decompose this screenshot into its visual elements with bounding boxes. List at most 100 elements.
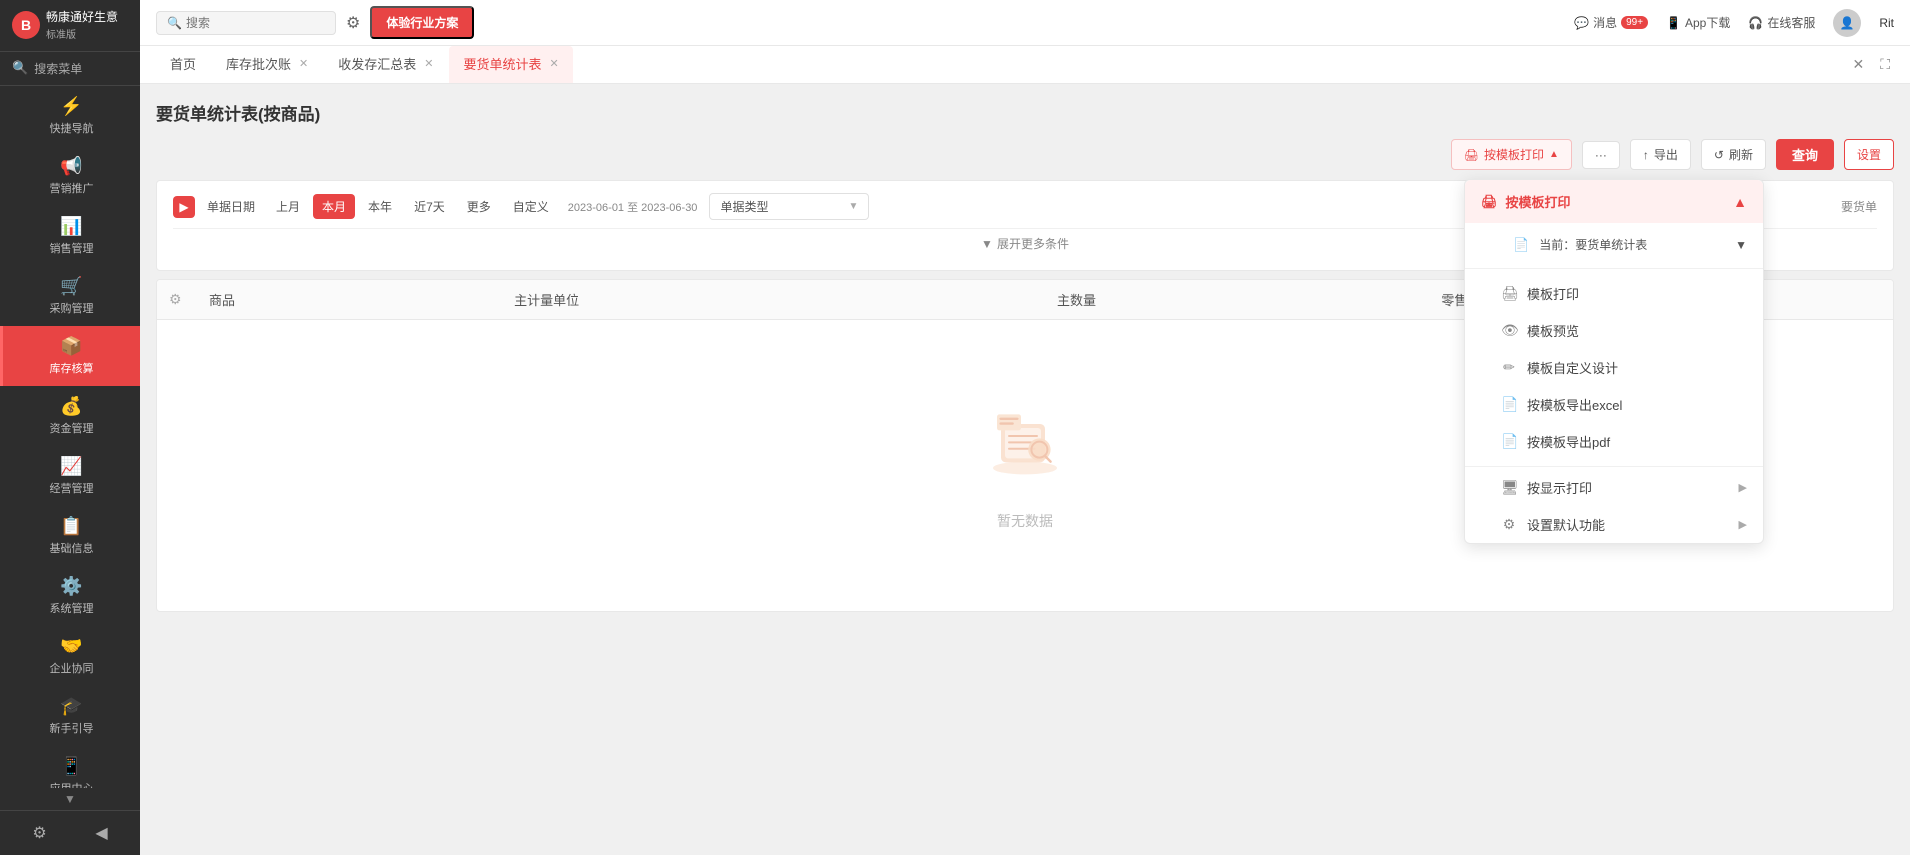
tab-close-batch-account[interactable]: ✕ xyxy=(299,57,308,70)
tab-close-receipt-summary[interactable]: ✕ xyxy=(424,57,433,70)
print-template-button[interactable]: 🖨 按模板打印 ▲ xyxy=(1451,139,1572,170)
template-pdf-icon: 📄 xyxy=(1501,433,1517,450)
dropdown-item-template-pdf[interactable]: 📄 按模板导出pdf xyxy=(1465,423,1763,460)
export-icon: ↑ xyxy=(1643,148,1649,162)
current-template-icon: 📄 xyxy=(1513,237,1529,253)
refresh-button[interactable]: ↺ 刷新 xyxy=(1701,139,1766,170)
sidebar-item-sales[interactable]: 📊 销售管理 xyxy=(0,206,140,266)
dropdown-item-template-excel[interactable]: 📄 按模板导出excel xyxy=(1465,386,1763,423)
dropdown-current-item[interactable]: 📄 当前：要货单统计表 ▼ xyxy=(1465,227,1763,262)
empty-text: 暂无数据 xyxy=(997,511,1053,531)
inventory-icon: 📦 xyxy=(60,336,82,357)
page-header: 要货单统计表(按商品) xyxy=(156,100,1894,125)
sidebar-scroll-down[interactable]: ▼ xyxy=(0,788,140,810)
dropdown-item-excel-left: 📄 按模板导出excel xyxy=(1501,395,1622,414)
order-type-select[interactable]: 单据类型 ▼ xyxy=(709,193,869,220)
tab-close-order-stats[interactable]: ✕ xyxy=(550,57,559,70)
page-title: 要货单统计表(按商品) xyxy=(156,100,320,125)
default-func-icon: ⚙ xyxy=(1501,516,1517,533)
operation-icon: 📈 xyxy=(60,456,82,477)
app-download-button[interactable]: 📱 App下载 xyxy=(1666,14,1730,31)
date-range-text: 2023-06-01 至 2023-06-30 xyxy=(568,199,698,215)
tabs-expand-button[interactable]: ⛶ xyxy=(1876,54,1894,75)
dropdown-section-items: 🖨 模板打印 👁 模板预览 ✏ 模板自定义设计 xyxy=(1465,271,1763,464)
sidebar-item-finance[interactable]: 💰 资金管理 xyxy=(0,386,140,446)
sidebar-search-menu[interactable]: 🔍 搜索菜单 xyxy=(0,52,140,86)
app-icon: 📱 xyxy=(60,756,82,777)
tab-order-stats[interactable]: 要货单统计表 ✕ xyxy=(449,46,572,83)
sidebar-item-purchase[interactable]: 🛒 采购管理 xyxy=(0,266,140,326)
dropdown-item-template-design[interactable]: ✏ 模板自定义设计 xyxy=(1465,349,1763,386)
dropdown-item-pdf-left: 📄 按模板导出pdf xyxy=(1501,432,1610,451)
marketing-icon: 📢 xyxy=(60,156,82,177)
template-design-icon: ✏ xyxy=(1501,359,1517,376)
date-pill-more[interactable]: 更多 xyxy=(458,194,500,219)
sidebar-bottom: ⚙ ◀ xyxy=(0,810,140,855)
sidebar-item-basic[interactable]: 📋 基础信息 xyxy=(0,506,140,566)
printer-icon: 🖨 xyxy=(1464,148,1479,162)
topbar-search[interactable]: 🔍 xyxy=(156,11,336,35)
dropdown-item-template-print[interactable]: 🖨 模板打印 xyxy=(1465,275,1763,312)
order-source-label: 要货单 xyxy=(1841,198,1877,215)
online-service-button[interactable]: 🎧 在线客服 xyxy=(1748,14,1815,31)
dropdown-header[interactable]: 🖨 按模板打印 ▲ xyxy=(1465,180,1763,223)
dropdown-item-template-preview[interactable]: 👁 模板预览 xyxy=(1465,312,1763,349)
search-icon: 🔍 xyxy=(12,60,28,76)
sidebar-logo: B 畅康通好生意 标准版 xyxy=(0,0,140,52)
topbar-gear-icon[interactable]: ⚙ xyxy=(346,13,360,33)
date-pills: 上月 本月 本年 近7天 更多 自定义 2023-06-01 至 2023-06… xyxy=(267,194,697,219)
dropdown-header-left: 🖨 按模板打印 xyxy=(1481,192,1571,211)
tab-receipt-summary[interactable]: 收发存汇总表 ✕ xyxy=(324,46,447,83)
system-icon: ⚙️ xyxy=(60,576,82,597)
collab-icon: 🤝 xyxy=(60,636,82,657)
sidebar-item-app[interactable]: 📱 应用中心 xyxy=(0,746,140,788)
sidebar-item-inventory[interactable]: 📦 库存核算 xyxy=(0,326,140,386)
date-pill-7days[interactable]: 近7天 xyxy=(405,194,454,219)
date-pill-this-month[interactable]: 本月 xyxy=(313,194,355,219)
tabs-close-all-button[interactable]: ✕ xyxy=(1848,54,1868,75)
settings-button[interactable]: 设置 xyxy=(1844,139,1894,170)
tab-batch-account[interactable]: 库存批次账 ✕ xyxy=(212,46,322,83)
date-pill-last-month[interactable]: 上月 xyxy=(267,194,309,219)
export-button[interactable]: ↑ 导出 xyxy=(1630,139,1691,170)
dropdown-item-default-left: ⚙ 设置默认功能 xyxy=(1501,515,1605,534)
dropdown-item-default-func[interactable]: ⚙ 设置默认功能 ▶ xyxy=(1465,506,1763,543)
tab-home[interactable]: 首页 xyxy=(156,46,210,83)
table-header-settings[interactable]: ⚙ xyxy=(157,280,197,320)
bell-icon: 💬 xyxy=(1574,16,1589,30)
date-pill-this-year[interactable]: 本年 xyxy=(359,194,401,219)
messages-button[interactable]: 💬 消息 99+ xyxy=(1574,14,1648,31)
filter-expand-arrow[interactable]: ▶ xyxy=(173,196,195,218)
guide-icon: 🎓 xyxy=(60,696,82,717)
sidebar-item-collab[interactable]: 🤝 企业协同 xyxy=(0,626,140,686)
dropdown-collapse-icon[interactable]: ▲ xyxy=(1733,194,1747,210)
finance-icon: 💰 xyxy=(60,396,82,417)
query-button[interactable]: 查询 xyxy=(1776,139,1834,170)
print-dropdown: 🖨 按模板打印 ▲ 📄 当前：要货单统计表 ▼ xyxy=(1464,179,1764,544)
dropdown-item-design-left: ✏ 模板自定义设计 xyxy=(1501,358,1618,377)
sidebar-item-guide[interactable]: 🎓 新手引导 xyxy=(0,686,140,746)
date-label: 单据日期 xyxy=(207,198,255,215)
sidebar: B 畅康通好生意 标准版 🔍 搜索菜单 ⚡ 快捷导航 📢 营销推广 📊 销售管理… xyxy=(0,0,140,855)
template-excel-icon: 📄 xyxy=(1501,396,1517,413)
dropdown-item-display-print[interactable]: 🖥 按显示打印 ▶ xyxy=(1465,469,1763,506)
order-source-area: 要货单 xyxy=(1841,198,1877,215)
sidebar-item-marketing[interactable]: 📢 营销推广 xyxy=(0,146,140,206)
sidebar-nav: ⚡ 快捷导航 📢 营销推广 📊 销售管理 🛒 采购管理 📦 库存核算 💰 资金管… xyxy=(0,86,140,788)
trial-button[interactable]: 体验行业方案 xyxy=(370,6,474,39)
date-pill-custom[interactable]: 自定义 xyxy=(504,194,558,219)
sidebar-item-quick-nav[interactable]: ⚡ 快捷导航 xyxy=(0,86,140,146)
search-input[interactable] xyxy=(186,16,316,30)
dropdown-divider-2 xyxy=(1465,466,1763,467)
more-options-button[interactable]: ··· xyxy=(1582,141,1620,169)
headset-icon: 🎧 xyxy=(1748,16,1763,30)
dropdown-item-display-left: 🖥 按显示打印 xyxy=(1501,478,1592,497)
sidebar-item-operation[interactable]: 📈 经营管理 xyxy=(0,446,140,506)
toggle-sidebar-icon[interactable]: ◀ xyxy=(91,819,111,847)
table-settings-icon[interactable]: ⚙ xyxy=(169,291,182,307)
sidebar-item-system[interactable]: ⚙️ 系统管理 xyxy=(0,566,140,626)
user-avatar[interactable]: 👤 xyxy=(1833,9,1861,37)
settings-bottom-icon[interactable]: ⚙ xyxy=(28,819,50,847)
dropdown-divider-1 xyxy=(1465,268,1763,269)
basic-icon: 📋 xyxy=(60,516,82,537)
